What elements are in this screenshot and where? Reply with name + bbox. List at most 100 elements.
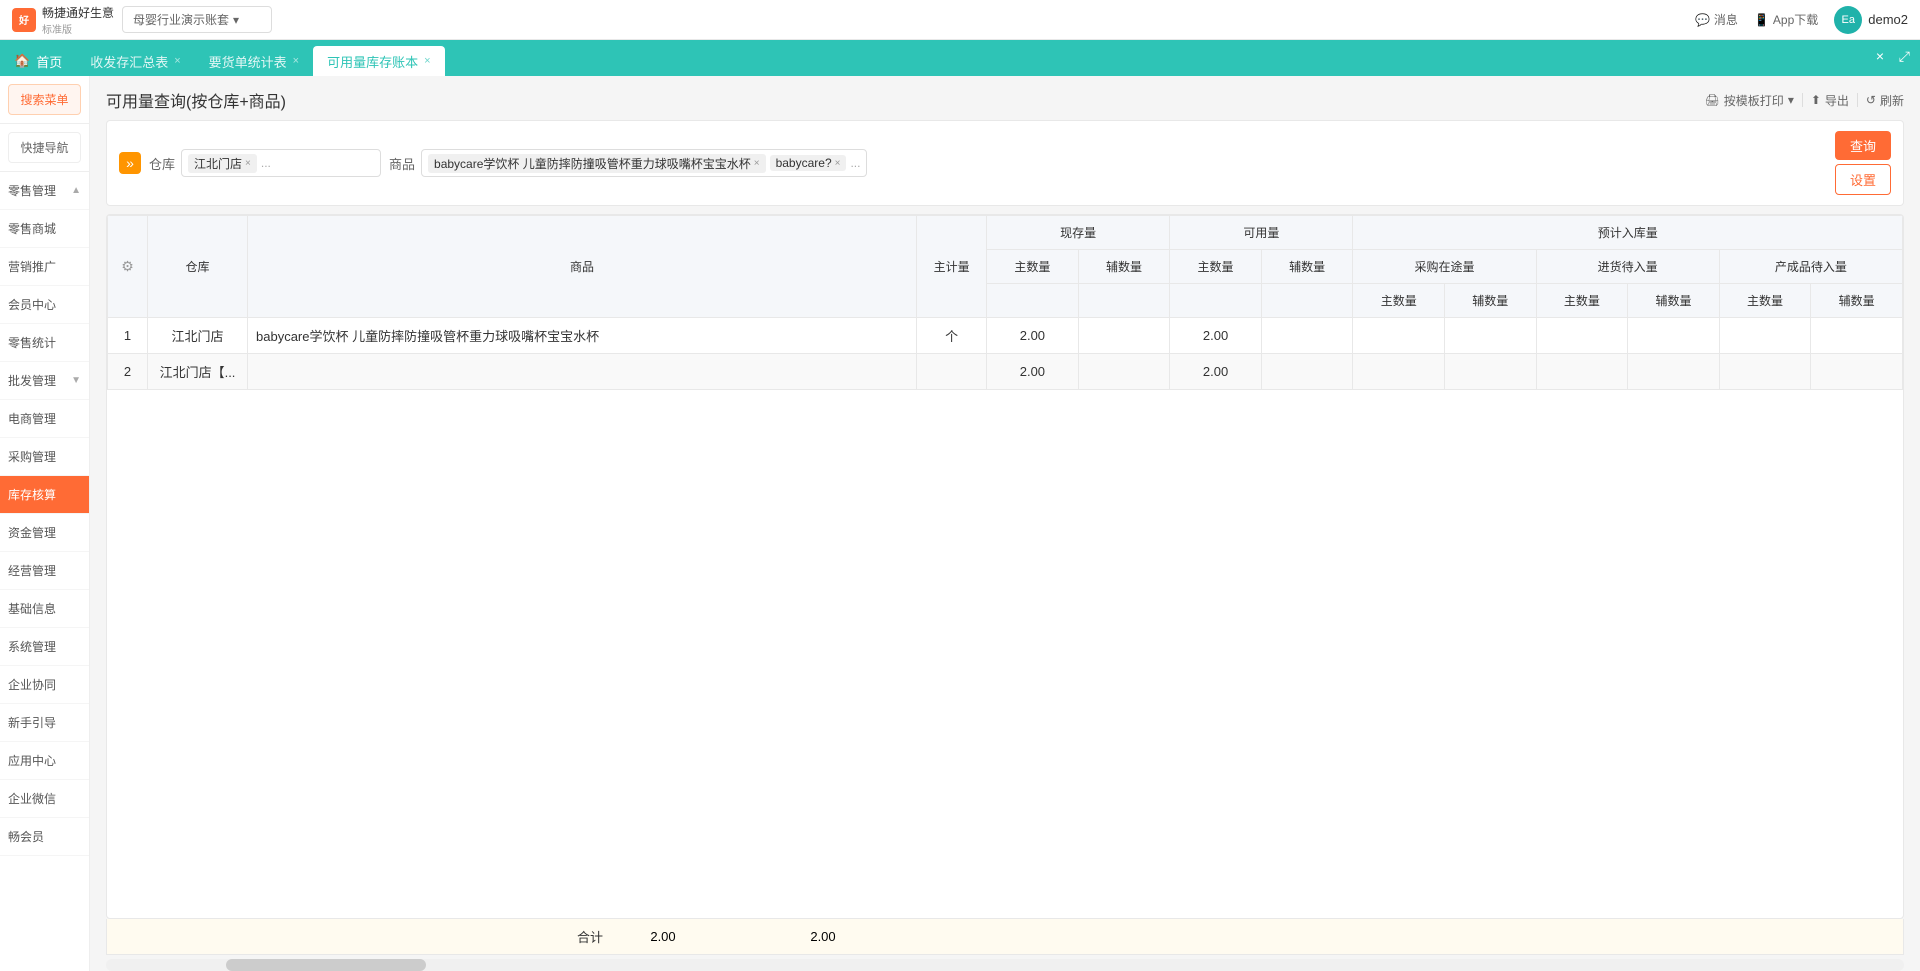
sidebar-item-zero-sales-stats[interactable]: 零售统计 [0, 324, 89, 362]
table-wrapper: ⚙ 仓库 商品 主计量 现存量 可用量 预计入库量 主数量 辅数量 主数量 辅数… [106, 214, 1904, 919]
sidebar-item-wechat[interactable]: 企业微信 [0, 780, 89, 818]
sidebar-item-ecommerce-mgmt[interactable]: 电商管理 [0, 400, 89, 438]
filter-actions: 查询 设置 [1835, 131, 1891, 195]
th-settings[interactable]: ⚙ [108, 216, 148, 318]
th-prod-main: 主数量 [1719, 284, 1811, 318]
settings-btn[interactable]: 设置 [1835, 164, 1891, 195]
product-tag-2-close[interactable]: × [835, 158, 841, 169]
warehouse-more[interactable]: ... [261, 156, 271, 170]
tab-available[interactable]: 可用量库存账本 × [313, 46, 444, 76]
message-btn[interactable]: 💬 消息 [1695, 11, 1738, 28]
filter-area: » 仓库 江北门店 × ... 商品 babycare学饮杯 儿童防摔防撞吸管杯… [106, 120, 1904, 206]
tab-receive-label: 收发存汇总表 [90, 52, 168, 71]
sidebar-item-app-center[interactable]: 应用中心 [0, 742, 89, 780]
warehouse-tag: 江北门店 × [188, 154, 257, 173]
th-unit: 主计量 [917, 216, 987, 318]
warehouse-tag-text: 江北门店 [194, 155, 242, 172]
th-cs-main2 [987, 284, 1079, 318]
row1-product: babycare学饮杯 儿童防摔防撞吸管杯重力球吸嘴杯宝宝水杯 [248, 318, 917, 354]
export-label: 导出 [1825, 92, 1849, 109]
tab-order-close[interactable]: × [293, 55, 299, 67]
template-print-label: 按模板打印 [1724, 92, 1784, 109]
th-pur-aux: 辅数量 [1445, 284, 1537, 318]
tab-receive-close[interactable]: × [174, 55, 180, 67]
row2-no: 2 [108, 354, 148, 390]
th-av-aux2 [1261, 284, 1353, 318]
logo-icon: 好 [12, 8, 36, 32]
warehouse-tag-group[interactable]: 江北门店 × ... [181, 149, 381, 177]
page-header: 可用量查询(按仓库+商品) 🖨 按模板打印 ▾ ⬆ 导出 ↺ 刷新 [90, 76, 1920, 120]
row2-current-main: 2.00 [987, 354, 1079, 390]
logo-version: 标准版 [42, 21, 114, 36]
sidebar: 搜索菜单 快捷导航 零售管理 ▲ 零售商城 营销推广 会员中心 零售统计 批发管… [0, 76, 90, 971]
sidebar-item-label: 经营管理 [8, 562, 56, 579]
row2-prod-main [1719, 354, 1811, 390]
sidebar-item-marketing[interactable]: 营销推广 [0, 248, 89, 286]
row2-prod-aux [1811, 354, 1903, 390]
sidebar-item-label: 批发管理 [8, 372, 56, 389]
refresh-icon: ↺ [1866, 93, 1876, 107]
home-icon: 🏠 [14, 53, 30, 69]
th-current-stock: 现存量 [987, 216, 1170, 250]
warehouse-tag-close[interactable]: × [245, 158, 251, 169]
th-pur-main: 主数量 [1353, 284, 1445, 318]
sidebar-item-label: 零售商城 [8, 220, 56, 237]
scroll-thumb[interactable] [226, 959, 426, 971]
tab-bar-expand[interactable]: ⤢ [1899, 48, 1910, 65]
sidebar-item-ops-mgmt[interactable]: 经营管理 [0, 552, 89, 590]
sidebar-item-zero-sales-mall[interactable]: 零售商城 [0, 210, 89, 248]
horizontal-scrollbar[interactable] [106, 959, 1904, 971]
tab-home[interactable]: 🏠 首页 [0, 46, 76, 76]
row2-inc-main [1536, 354, 1628, 390]
sidebar-item-finance-mgmt[interactable]: 资金管理 [0, 514, 89, 552]
filter-expand-btn[interactable]: » [119, 152, 141, 174]
logo-text: 畅捷通好生意 [42, 4, 114, 21]
sidebar-item-enterprise[interactable]: 企业协同 [0, 666, 89, 704]
sidebar-item-label: 电商管理 [8, 410, 56, 427]
sidebar-item-newbie[interactable]: 新手引导 [0, 704, 89, 742]
avatar: Ea [1834, 6, 1862, 34]
app-icon: 📱 [1754, 13, 1769, 27]
row1-current-main: 2.00 [987, 318, 1079, 354]
product-more[interactable]: ... [850, 156, 860, 170]
tab-available-close[interactable]: × [424, 55, 430, 67]
sidebar-quicknav-btn[interactable]: 快捷导航 [8, 132, 81, 163]
user-area[interactable]: Ea demo2 [1834, 6, 1908, 34]
print-icon: 🖨 [1705, 93, 1720, 107]
sidebar-item-basic-info[interactable]: 基础信息 [0, 590, 89, 628]
sidebar-item-wholesale-mgmt[interactable]: 批发管理 ▼ [0, 362, 89, 400]
product-tag-1-close[interactable]: × [754, 158, 760, 169]
top-bar-left: 好 畅捷通好生意 标准版 母婴行业演示账套 ▾ [12, 4, 272, 36]
sidebar-item-member-center[interactable]: 会员中心 [0, 286, 89, 324]
row1-pur-aux [1445, 318, 1537, 354]
sidebar-search-btn[interactable]: 搜索菜单 [8, 84, 81, 115]
divider2 [1857, 93, 1858, 107]
tab-receive[interactable]: 收发存汇总表 × [76, 46, 194, 76]
sidebar-item-sys-mgmt[interactable]: 系统管理 [0, 628, 89, 666]
tab-bar-close-all[interactable]: × [1876, 48, 1884, 64]
th-avail-main: 主数量 [1170, 250, 1262, 284]
th-avail-aux: 辅数量 [1261, 250, 1353, 284]
row1-inc-aux [1628, 318, 1720, 354]
industry-selector[interactable]: 母婴行业演示账套 ▾ [122, 6, 272, 33]
settings-icon[interactable]: ⚙ [121, 258, 134, 274]
sidebar-item-purchase-mgmt[interactable]: 采购管理 [0, 438, 89, 476]
app-label: App下载 [1773, 11, 1818, 28]
refresh-btn[interactable]: ↺ 刷新 [1866, 92, 1904, 109]
product-tag-group[interactable]: babycare学饮杯 儿童防摔防撞吸管杯重力球吸嘴杯宝宝水杯 × babyca… [421, 149, 867, 177]
export-btn[interactable]: ⬆ 导出 [1811, 92, 1849, 109]
row2-pur-aux [1445, 354, 1537, 390]
sidebar-item-inventory-check[interactable]: 库存核算 [0, 476, 89, 514]
template-print-btn[interactable]: 🖨 按模板打印 ▾ [1705, 92, 1794, 109]
app-download-btn[interactable]: 📱 App下载 [1754, 11, 1818, 28]
divider [1802, 93, 1803, 107]
query-btn[interactable]: 查询 [1835, 131, 1891, 160]
th-warehouse: 仓库 [148, 216, 248, 318]
sidebar-item-label: 资金管理 [8, 524, 56, 541]
sidebar-item-zero-sales-mgmt[interactable]: 零售管理 ▲ [0, 172, 89, 210]
row1-avail-main: 2.00 [1170, 318, 1262, 354]
sidebar-item-label: 库存核算 [8, 486, 56, 503]
th-purchase-in: 采购在途量 [1353, 250, 1536, 284]
tab-order[interactable]: 要货单统计表 × [195, 46, 313, 76]
sidebar-item-vip[interactable]: 畅会员 [0, 818, 89, 856]
